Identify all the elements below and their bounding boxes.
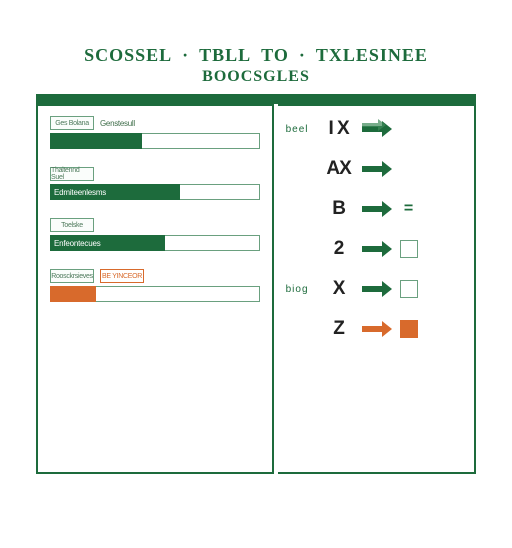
- char-3: B: [324, 198, 354, 220]
- title-dot-2: ·: [299, 45, 306, 66]
- bar-wrap-4: [50, 286, 260, 302]
- tab-4b: BE YINCEOR: [100, 269, 144, 283]
- sublabel-1: Genstesull: [100, 119, 135, 128]
- bar-wrap-3: Enfeontecues: [50, 235, 260, 251]
- arrow-icon-3: [360, 196, 394, 222]
- rlabel-1: beel: [286, 124, 318, 135]
- end-box-icon: [400, 320, 418, 338]
- title-block: SCOSSEL · TBLL TO · TXLESINEE BOOCSGLES: [36, 36, 476, 94]
- bar-4: [50, 286, 96, 302]
- char-5: X: [324, 278, 354, 300]
- title-word-3: TO: [261, 45, 289, 66]
- equal-icon: =: [400, 200, 418, 218]
- bar-3: Enfeontecues: [50, 235, 165, 251]
- right-row-2: AX: [286, 156, 466, 182]
- bar-empty-4: [96, 286, 259, 302]
- title-dot: ·: [182, 45, 189, 66]
- left-panel: Ges Bolana Genstesull Thaltennd Suel Edm…: [36, 104, 274, 474]
- bar-2: Edmiteenlesms: [50, 184, 180, 200]
- arrow-icon-1: [360, 116, 394, 142]
- title-word-1: SCOSSEL: [84, 45, 172, 66]
- right-panel: beel I X AX B =: [278, 104, 476, 474]
- char-1: I X: [324, 118, 354, 140]
- left-section-4: Roosckrsieves BE YINCEOR: [50, 269, 260, 302]
- bar-empty-1: [142, 133, 259, 149]
- title-word-2: TBLL: [199, 45, 251, 66]
- bar-1: [50, 133, 142, 149]
- end-5: [400, 280, 418, 298]
- char-2: AX: [324, 158, 354, 180]
- left-section-1: Ges Bolana Genstesull: [50, 116, 260, 149]
- arrow-icon-2: [360, 156, 394, 182]
- arrow-icon-5: [360, 276, 394, 302]
- right-row-1: beel I X: [286, 116, 466, 142]
- right-row-6: Z: [286, 316, 466, 342]
- arrow-icon-4: [360, 236, 394, 262]
- title-word-4: TXLESINEE: [316, 45, 428, 66]
- left-section-3: Toelske Enfeontecues: [50, 218, 260, 251]
- left-section-2: Thaltennd Suel Edmiteenlesms: [50, 167, 260, 200]
- end-1: [400, 120, 418, 138]
- title-line-1: SCOSSEL · TBLL TO · TXLESINEE: [84, 45, 428, 66]
- right-row-5: biog X: [286, 276, 466, 302]
- tab-4: Roosckrsieves: [50, 269, 94, 283]
- char-6: Z: [324, 318, 354, 340]
- end-2: [400, 160, 418, 178]
- title-line-2: BOOCSGLES: [202, 68, 310, 86]
- bar-empty-2: [180, 184, 260, 200]
- bar-wrap-1: [50, 133, 260, 149]
- bar-empty-3: [165, 235, 259, 251]
- tab-1: Ges Bolana: [50, 116, 94, 130]
- tab-2: Thaltennd Suel: [50, 167, 94, 181]
- right-row-3: B =: [286, 196, 466, 222]
- right-row-4: 2: [286, 236, 466, 262]
- arrow-icon-6: [360, 316, 394, 342]
- end-4: [400, 240, 418, 258]
- tab-3: Toelske: [50, 218, 94, 232]
- rlabel-5: biog: [286, 284, 318, 295]
- bar-wrap-2: Edmiteenlesms: [50, 184, 260, 200]
- title-bar: [36, 94, 476, 104]
- char-4: 2: [324, 238, 354, 260]
